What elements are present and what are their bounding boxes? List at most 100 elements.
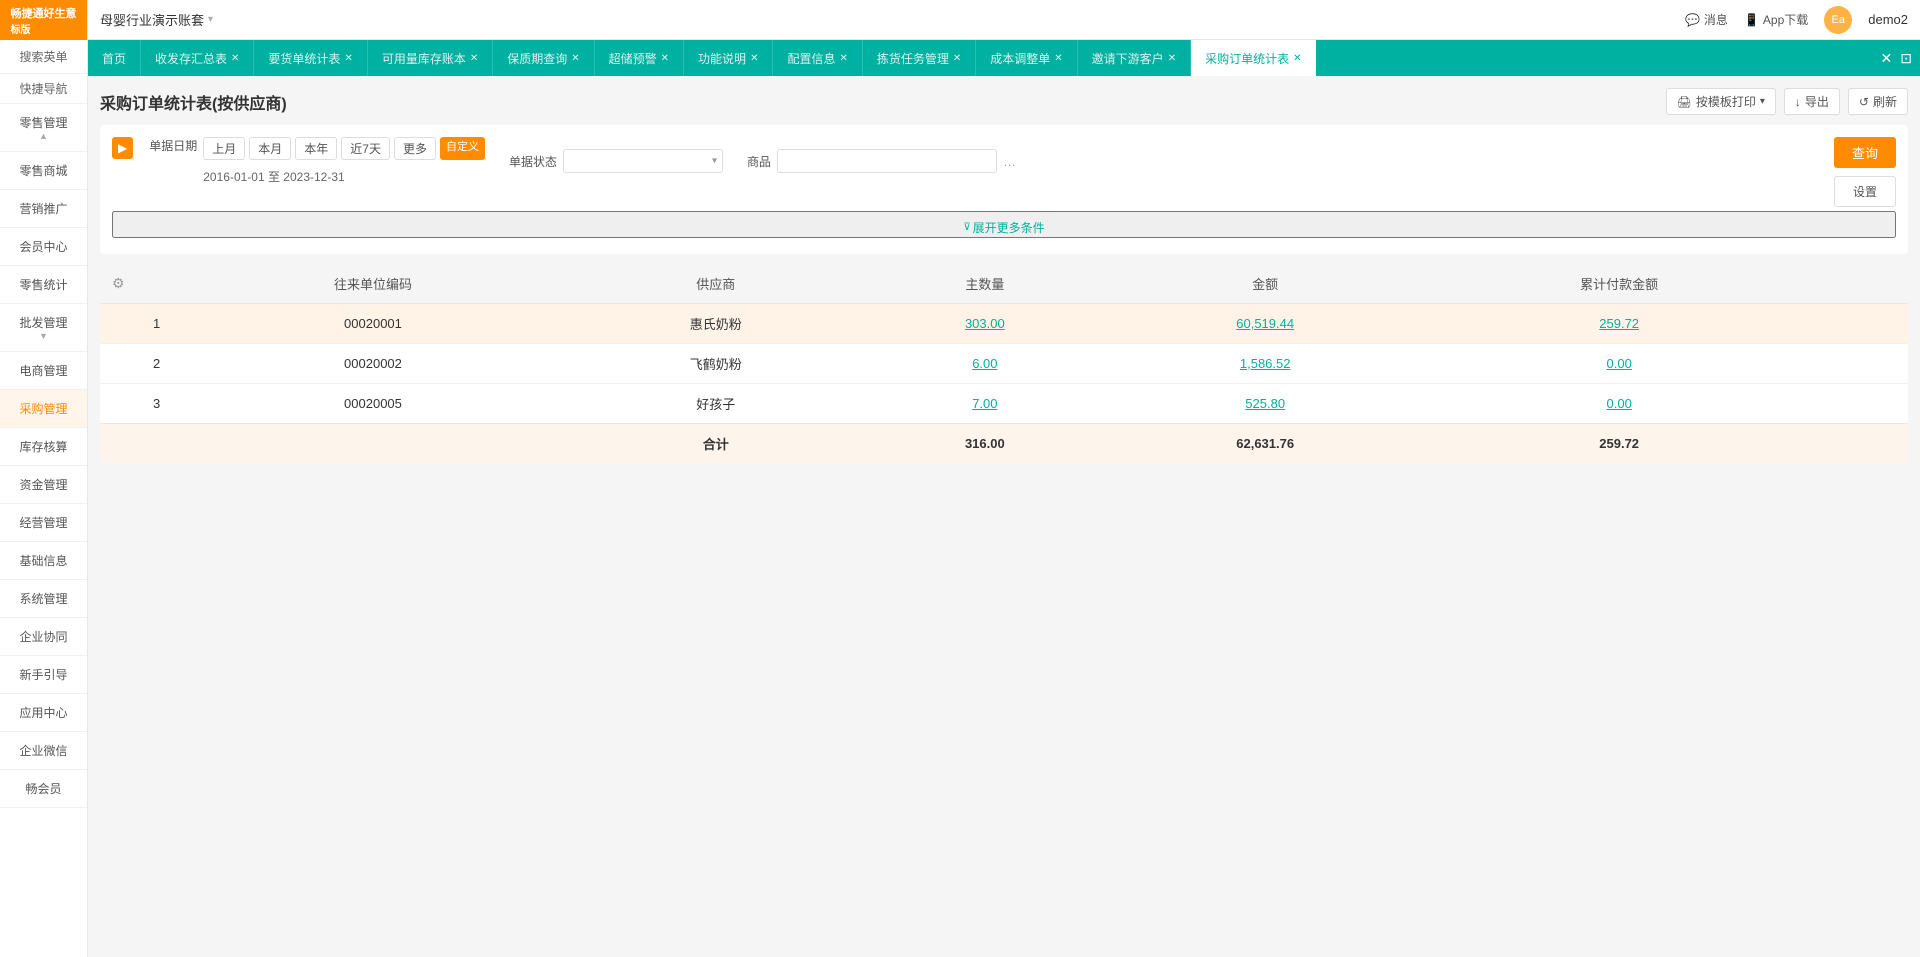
row-num: 2 <box>137 344 177 384</box>
tab-inventory-book[interactable]: 可用量库存账本 ✕ <box>368 40 493 76</box>
tab-requisition-stats[interactable]: 要货单统计表 ✕ <box>254 40 367 76</box>
sidebar-item-member2[interactable]: 畅会员 <box>0 770 87 808</box>
row-qty[interactable]: 7.00 <box>862 384 1108 424</box>
date-btn-7days[interactable]: 近7天 <box>341 137 390 160</box>
sidebar-item-guide[interactable]: 新手引导 <box>0 656 87 694</box>
app-download-button[interactable]: 📱 App下载 <box>1744 11 1808 28</box>
tab-purchase-order-stats[interactable]: 采购订单统计表 ✕ <box>1191 40 1316 76</box>
tabbar-actions: ✕ ⊡ <box>1873 50 1920 67</box>
data-table: ⚙ 往来单位编码 供应商 主数量 金额 累计付款金额 1 <box>100 264 1908 463</box>
date-btn-last-month[interactable]: 上月 <box>203 137 245 160</box>
tab-close-icon[interactable]: ✕ <box>953 53 961 64</box>
filter-row1: 单据日期 上月 本月 本年 近7天 更多 自定义 <box>149 137 1818 185</box>
page-header: 采购订单统计表(按供应商) 🖨 按模板打印 ▾ ↓ 导出 ↺ 刷新 <box>100 88 1908 115</box>
sidebar-item-system[interactable]: 系统管理 <box>0 580 87 618</box>
sidebar-quick-nav[interactable]: 快捷导航 <box>0 74 87 104</box>
query-button[interactable]: 查询 <box>1834 137 1896 168</box>
sidebar-item-wholesale[interactable]: 批发管理 ▼ <box>0 304 87 352</box>
custom-date-badge[interactable]: 自定义 <box>440 137 485 160</box>
message-button[interactable]: 💬 消息 <box>1685 11 1728 28</box>
username-label[interactable]: demo2 <box>1868 12 1908 27</box>
row-code: 00020005 <box>177 384 570 424</box>
tab-invite-downstream[interactable]: 邀请下游客户 ✕ <box>1078 40 1191 76</box>
tab-close-icon[interactable]: ✕ <box>470 53 478 64</box>
sidebar-item-finance[interactable]: 资金管理 <box>0 466 87 504</box>
tab-close-icon[interactable]: ✕ <box>1293 53 1301 64</box>
content-area: 采购订单统计表(按供应商) 🖨 按模板打印 ▾ ↓ 导出 ↺ 刷新 <box>88 76 1920 957</box>
goods-more-icon[interactable]: … <box>1003 154 1016 169</box>
date-buttons: 上月 本月 本年 近7天 更多 自定义 <box>203 137 485 160</box>
date-btn-more[interactable]: 更多 <box>394 137 436 160</box>
tab-restore-icon[interactable]: ⊡ <box>1900 50 1912 67</box>
sidebar-item-marketing[interactable]: 营销推广 <box>0 190 87 228</box>
row-extra <box>1816 344 1908 384</box>
sidebar-item-retail-mall[interactable]: 零售商城 <box>0 152 87 190</box>
sidebar-item-member[interactable]: 会员中心 <box>0 228 87 266</box>
row-amount[interactable]: 525.80 <box>1108 384 1423 424</box>
date-btn-this-year[interactable]: 本年 <box>295 137 337 160</box>
message-label: 消息 <box>1704 11 1728 28</box>
tab-close-icon[interactable]: ✕ <box>1168 53 1176 64</box>
row-qty[interactable]: 6.00 <box>862 344 1108 384</box>
tab-close-icon[interactable]: ✕ <box>1054 53 1062 64</box>
sidebar-item-app-center[interactable]: 应用中心 <box>0 694 87 732</box>
sidebar-item-enterprise[interactable]: 企业协同 <box>0 618 87 656</box>
column-header-code: 往来单位编码 <box>177 264 570 304</box>
footer-paid: 259.72 <box>1423 424 1816 464</box>
row-qty[interactable]: 303.00 <box>862 304 1108 344</box>
sidebar-item-retail-mgmt[interactable]: 零售管理 ▲ <box>0 104 87 152</box>
filter-toggle-button[interactable]: ▶ <box>112 137 133 159</box>
tab-receive-summary[interactable]: 收发存汇总表 ✕ <box>141 40 254 76</box>
goods-input[interactable] <box>777 149 997 173</box>
tab-close-icon[interactable]: ✕ <box>571 53 579 64</box>
tab-close-icon[interactable]: ✕ <box>344 53 352 64</box>
tab-close-icon[interactable]: ✕ <box>231 53 239 64</box>
avatar[interactable]: Ea <box>1824 6 1852 34</box>
sidebar-item-inventory[interactable]: 库存核算 <box>0 428 87 466</box>
tab-close-icon[interactable]: ✕ <box>839 53 847 64</box>
date-btn-this-month[interactable]: 本月 <box>249 137 291 160</box>
footer-amount: 62,631.76 <box>1108 424 1423 464</box>
logo-text: 畅捷通好生意 <box>11 5 77 21</box>
status-label: 单据状态 <box>509 153 557 170</box>
sidebar-item-weixin[interactable]: 企业微信 <box>0 732 87 770</box>
table-settings-icon[interactable]: ⚙ <box>112 275 125 291</box>
row-paid[interactable]: 0.00 <box>1423 344 1816 384</box>
row-num: 1 <box>137 304 177 344</box>
filter-main: ▶ 单据日期 上月 本月 本年 近7天 <box>112 137 1896 207</box>
account-dropdown[interactable]: 母婴行业演示账套 ▾ <box>100 10 213 29</box>
print-button[interactable]: 🖨 按模板打印 ▾ <box>1666 88 1776 115</box>
filter-panel: ▶ 单据日期 上月 本月 本年 近7天 <box>100 125 1908 254</box>
sidebar-item-retail-stats[interactable]: 零售统计 <box>0 266 87 304</box>
query-col: 查询 设置 <box>1834 137 1896 207</box>
expand-filters-button[interactable]: ⊽ 展开更多条件 <box>112 211 1896 238</box>
row-paid[interactable]: 259.72 <box>1423 304 1816 344</box>
row-num: 3 <box>137 384 177 424</box>
tab-close-all-icon[interactable]: ✕ <box>1881 50 1893 67</box>
sidebar-item-operations[interactable]: 经营管理 <box>0 504 87 542</box>
row-amount[interactable]: 1,586.52 <box>1108 344 1423 384</box>
sidebar-item-purchase[interactable]: 采购管理 <box>0 390 87 428</box>
tab-overstock-alert[interactable]: 超储预警 ✕ <box>595 40 684 76</box>
tab-config-info[interactable]: 配置信息 ✕ <box>773 40 862 76</box>
date-range-display: 2016-01-01 至 2023-12-31 <box>203 168 485 185</box>
tab-cost-adjust[interactable]: 成本调整单 ✕ <box>976 40 1077 76</box>
sidebar-item-ecommerce[interactable]: 电商管理 <box>0 352 87 390</box>
tab-pick-task[interactable]: 拣货任务管理 ✕ <box>863 40 976 76</box>
tab-expiry-query[interactable]: 保质期查询 ✕ <box>493 40 594 76</box>
tab-close-icon[interactable]: ✕ <box>750 53 758 64</box>
tab-close-icon[interactable]: ✕ <box>661 53 669 64</box>
row-amount[interactable]: 60,519.44 <box>1108 304 1423 344</box>
refresh-button[interactable]: ↺ 刷新 <box>1848 88 1908 115</box>
tab-function-desc[interactable]: 功能说明 ✕ <box>684 40 773 76</box>
tab-home[interactable]: 首页 <box>88 40 141 76</box>
export-button[interactable]: ↓ 导出 <box>1784 88 1840 115</box>
sidebar-item-basic-info[interactable]: 基础信息 <box>0 542 87 580</box>
sidebar-search[interactable]: 搜索英单 <box>0 40 87 74</box>
row-paid[interactable]: 0.00 <box>1423 384 1816 424</box>
refresh-icon: ↺ <box>1859 95 1869 109</box>
print-icon: 🖨 <box>1677 95 1692 109</box>
goods-filter-item: 商品 … <box>747 149 1016 173</box>
status-select[interactable] <box>563 149 723 173</box>
settings-button[interactable]: 设置 <box>1834 176 1896 207</box>
